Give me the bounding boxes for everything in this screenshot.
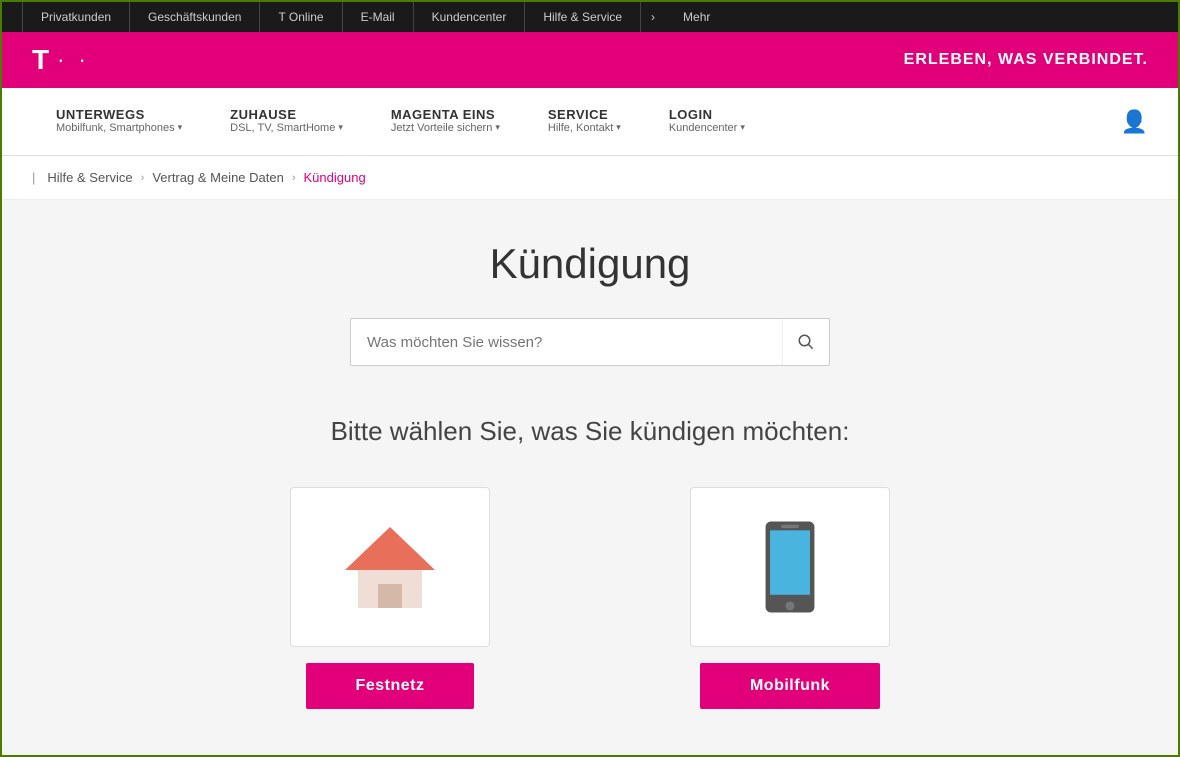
nav-sub-magenta: Jetzt Vorteile sichern ▾ <box>391 122 500 134</box>
festnetz-button[interactable]: Festnetz <box>306 663 475 709</box>
search-bar <box>350 318 830 366</box>
breadcrumb-sep-1: › <box>141 172 145 184</box>
top-nav-hilfe[interactable]: Hilfe & Service <box>525 2 641 32</box>
nav-sub-service: Hilfe, Kontakt ▾ <box>548 122 621 134</box>
search-button[interactable] <box>782 319 829 365</box>
nav-item-service[interactable]: SERVICE Hilfe, Kontakt ▾ <box>524 88 645 155</box>
chevron-down-icon: ▾ <box>616 122 621 133</box>
chevron-down-icon: ▾ <box>178 122 183 133</box>
festnetz-card[interactable] <box>290 487 490 647</box>
search-input[interactable] <box>351 334 782 351</box>
selection-title: Bitte wählen Sie, was Sie kündigen möcht… <box>331 416 850 447</box>
main-nav: UNTERWEGS Mobilfunk, Smartphones ▾ ZUHAU… <box>2 88 1178 156</box>
page-content: Kündigung Bitte wählen Sie, was Sie künd… <box>2 200 1178 749</box>
chevron-down-icon: ▾ <box>495 122 500 133</box>
search-icon <box>797 333 815 351</box>
nav-title-unterwegs: UNTERWEGS <box>56 107 182 122</box>
top-nav-geschaeftskunden[interactable]: Geschäftskunden <box>130 2 260 32</box>
mobilfunk-card-wrapper: Mobilfunk <box>690 487 890 709</box>
nav-title-magenta: MAGENTA EINS <box>391 107 500 122</box>
main-nav-items: UNTERWEGS Mobilfunk, Smartphones ▾ ZUHAU… <box>32 88 769 155</box>
top-nav-tonline[interactable]: T Online <box>260 2 342 32</box>
nav-title-service: SERVICE <box>548 107 621 122</box>
nav-item-zuhause[interactable]: ZUHAUSE DSL, TV, SmartHome ▾ <box>206 88 367 155</box>
page-title: Kündigung <box>490 240 691 288</box>
breadcrumb-current: Kündigung <box>304 170 366 185</box>
top-nav: Privatkunden Geschäftskunden T Online E-… <box>2 2 1178 32</box>
nav-title-login: LOGIN <box>669 107 745 122</box>
top-nav-mehr[interactable]: Mehr <box>665 10 728 24</box>
smartphone-icon <box>755 517 825 617</box>
brand-tagline: ERLEBEN, WAS VERBINDET. <box>904 51 1148 69</box>
breadcrumb-bar: | <box>32 170 35 185</box>
nav-sub-zuhause: DSL, TV, SmartHome ▾ <box>230 122 343 134</box>
mobilfunk-card[interactable] <box>690 487 890 647</box>
breadcrumb-sep-2: › <box>292 172 296 184</box>
nav-sub-unterwegs: Mobilfunk, Smartphones ▾ <box>56 122 182 134</box>
nav-sub-login: Kundencenter ▾ <box>669 122 745 134</box>
brand-logo[interactable]: T · · <box>32 44 90 76</box>
top-nav-email[interactable]: E-Mail <box>343 2 414 32</box>
cards-row: Festnetz Mobilfunk <box>290 487 890 709</box>
chevron-down-icon: ▾ <box>338 122 343 133</box>
breadcrumb-hilfe[interactable]: Hilfe & Service <box>47 170 132 185</box>
brand-t-letter: T <box>32 44 49 76</box>
breadcrumb: | Hilfe & Service › Vertrag & Meine Date… <box>2 156 1178 200</box>
breadcrumb-vertrag[interactable]: Vertrag & Meine Daten <box>152 170 284 185</box>
nav-item-unterwegs[interactable]: UNTERWEGS Mobilfunk, Smartphones ▾ <box>32 88 206 155</box>
brand-bar: T · · ERLEBEN, WAS VERBINDET. <box>2 32 1178 88</box>
mobilfunk-button[interactable]: Mobilfunk <box>700 663 880 709</box>
brand-dots: · · <box>57 47 90 73</box>
nav-item-login[interactable]: LOGIN Kundencenter ▾ <box>645 88 769 155</box>
nav-title-zuhause: ZUHAUSE <box>230 107 343 122</box>
house-icon <box>340 517 440 617</box>
top-nav-arrow: › <box>641 10 665 24</box>
top-nav-privatkunden[interactable]: Privatkunden <box>22 2 130 32</box>
top-nav-kundencenter[interactable]: Kundencenter <box>414 2 526 32</box>
chevron-down-icon: ▾ <box>740 122 745 133</box>
nav-item-magenta[interactable]: MAGENTA EINS Jetzt Vorteile sichern ▾ <box>367 88 524 155</box>
festnetz-card-wrapper: Festnetz <box>290 487 490 709</box>
user-icon[interactable]: 👤 <box>1121 109 1148 135</box>
